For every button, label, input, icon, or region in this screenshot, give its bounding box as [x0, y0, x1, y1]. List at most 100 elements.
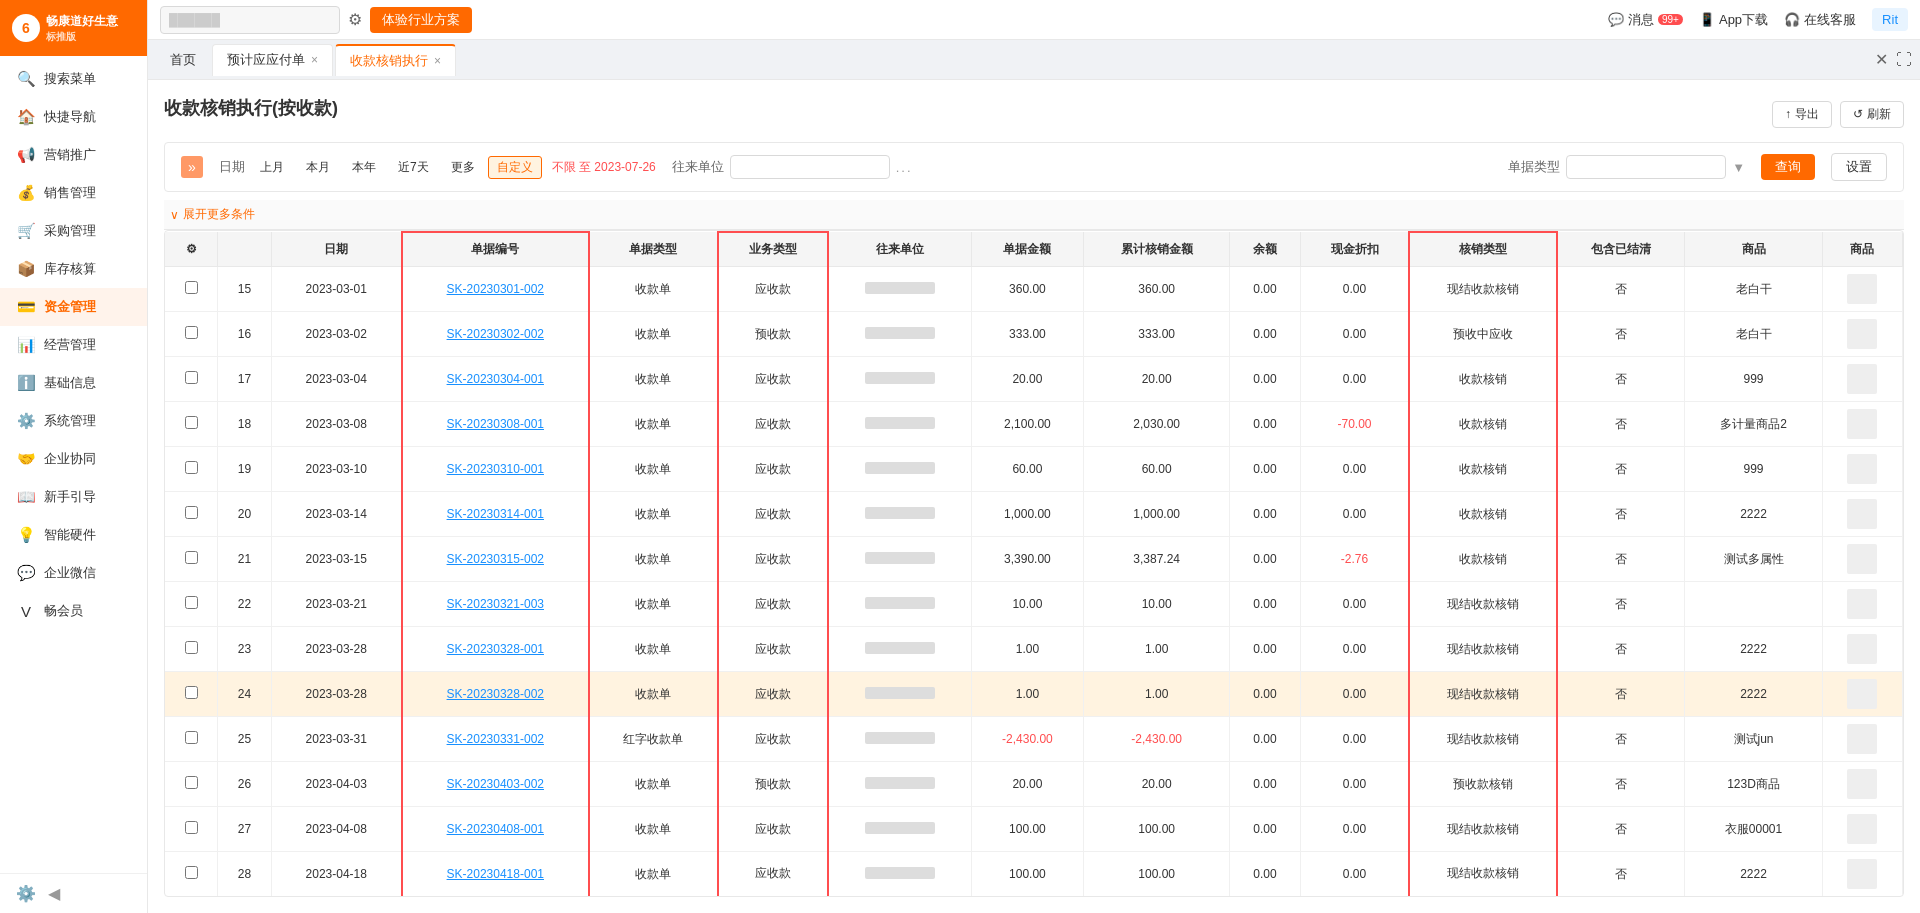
expand-conditions-btn[interactable]: ∨ 展开更多条件: [170, 206, 255, 223]
cell-checkbox[interactable]: [165, 582, 218, 627]
row-checkbox[interactable]: [185, 461, 198, 474]
row-checkbox[interactable]: [185, 506, 198, 519]
query-button[interactable]: 查询: [1761, 154, 1815, 180]
voucher-no-link[interactable]: SK-20230321-003: [447, 597, 544, 611]
voucher-no-link[interactable]: SK-20230314-001: [447, 507, 544, 521]
date-btn-this-month[interactable]: 本月: [297, 156, 339, 179]
refresh-button[interactable]: ↺ 刷新: [1840, 101, 1904, 128]
data-table-wrapper[interactable]: ⚙ 日期 单据编号 单据类型 业务类型 往来单位 单据金额 累计核销金额 余额 …: [164, 230, 1904, 897]
cell-checkbox[interactable]: [165, 447, 218, 492]
sidebar-item-member[interactable]: V 畅会员: [0, 592, 147, 630]
user-avatar[interactable]: Rit: [1872, 8, 1908, 31]
sidebar-item-nav[interactable]: 🏠 快捷导航: [0, 98, 147, 136]
row-checkbox[interactable]: [185, 776, 198, 789]
sidebar-item-operations[interactable]: 📊 经营管理: [0, 326, 147, 364]
date-btn-last-month[interactable]: 上月: [251, 156, 293, 179]
cell-no: 17: [218, 357, 272, 402]
app-download-link[interactable]: 📱 App下载: [1699, 11, 1768, 29]
cell-checkbox[interactable]: [165, 627, 218, 672]
voucher-no-link[interactable]: SK-20230308-001: [447, 417, 544, 431]
date-btn-custom[interactable]: 自定义: [488, 156, 542, 179]
sidebar-item-basics[interactable]: ℹ️ 基础信息: [0, 364, 147, 402]
cell-cancel-type: 收款核销: [1409, 492, 1557, 537]
voucher-no-link[interactable]: SK-20230328-002: [447, 687, 544, 701]
row-checkbox[interactable]: [185, 821, 198, 834]
date-btn-7days[interactable]: 近7天: [389, 156, 438, 179]
tab-prepay[interactable]: 预计应应付单 ×: [212, 44, 333, 76]
cell-checkbox[interactable]: [165, 537, 218, 582]
cell-goods: 2222: [1685, 492, 1823, 537]
cell-checkbox[interactable]: [165, 807, 218, 852]
cell-checkbox[interactable]: [165, 717, 218, 762]
row-checkbox[interactable]: [185, 371, 198, 384]
tab-prepay-close[interactable]: ×: [311, 53, 318, 67]
voucher-no-link[interactable]: SK-20230310-001: [447, 462, 544, 476]
tab-collection[interactable]: 收款核销执行 ×: [335, 44, 456, 76]
voucher-no-link[interactable]: SK-20230408-001: [447, 822, 544, 836]
row-checkbox[interactable]: [185, 731, 198, 744]
cell-checkbox[interactable]: [165, 762, 218, 807]
message-badge: 99+: [1658, 14, 1683, 25]
voucher-no-link[interactable]: SK-20230302-002: [447, 327, 544, 341]
tab-home[interactable]: 首页: [156, 44, 210, 76]
sidebar-item-capital[interactable]: 💳 资金管理: [0, 288, 147, 326]
sidebar-item-enterprise[interactable]: 🤝 企业协同: [0, 440, 147, 478]
row-checkbox[interactable]: [185, 686, 198, 699]
sidebar-item-system[interactable]: ⚙️ 系统管理: [0, 402, 147, 440]
sidebar-item-marketing[interactable]: 📢 营销推广: [0, 136, 147, 174]
sidebar-item-inventory[interactable]: 📦 库存核算: [0, 250, 147, 288]
th-gear[interactable]: ⚙: [165, 232, 218, 267]
tab-expand-icon[interactable]: ⛶: [1896, 51, 1912, 69]
voucher-no-link[interactable]: SK-20230315-002: [447, 552, 544, 566]
row-checkbox[interactable]: [185, 326, 198, 339]
sidebar-item-sales[interactable]: 💰 销售管理: [0, 174, 147, 212]
wechat-icon: 💬: [16, 564, 36, 582]
cell-checkbox[interactable]: [165, 672, 218, 717]
voucher-no-link[interactable]: SK-20230301-002: [447, 282, 544, 296]
cell-checkbox[interactable]: [165, 852, 218, 897]
date-btn-more[interactable]: 更多: [442, 156, 484, 179]
sidebar-item-wechat[interactable]: 💬 企业微信: [0, 554, 147, 592]
date-btn-this-year[interactable]: 本年: [343, 156, 385, 179]
voucher-no-link[interactable]: SK-20230331-002: [447, 732, 544, 746]
cell-cancel-type: 收款核销: [1409, 447, 1557, 492]
row-checkbox[interactable]: [185, 281, 198, 294]
settings-footer-icon[interactable]: ⚙️: [16, 884, 36, 903]
row-checkbox[interactable]: [185, 416, 198, 429]
sidebar-item-search[interactable]: 🔍 搜索菜单: [0, 60, 147, 98]
cell-checkbox[interactable]: [165, 492, 218, 537]
voucher-no-link[interactable]: SK-20230403-002: [447, 777, 544, 791]
row-checkbox[interactable]: [185, 596, 198, 609]
cell-checkbox[interactable]: [165, 402, 218, 447]
sidebar-item-guide[interactable]: 📖 新手引导: [0, 478, 147, 516]
cell-checkbox[interactable]: [165, 312, 218, 357]
tab-close-all-icon[interactable]: ✕: [1875, 50, 1888, 69]
export-button[interactable]: ↑ 导出: [1772, 101, 1832, 128]
cell-checkbox[interactable]: [165, 357, 218, 402]
cell-voucher-no: SK-20230418-001: [402, 852, 589, 897]
sidebar-label-basics: 基础信息: [44, 374, 96, 392]
row-checkbox[interactable]: [185, 641, 198, 654]
cell-checkbox[interactable]: [165, 267, 218, 312]
sidebar-item-hardware[interactable]: 💡 智能硬件: [0, 516, 147, 554]
topbar-right: 💬 消息 99+ 📱 App下载 🎧 在线客服 Rit: [1608, 8, 1908, 31]
voucher-no-link[interactable]: SK-20230304-001: [447, 372, 544, 386]
tab-collection-close[interactable]: ×: [434, 54, 441, 68]
voucher-type-dropdown-icon[interactable]: ▼: [1732, 160, 1745, 175]
voucher-no-link[interactable]: SK-20230328-001: [447, 642, 544, 656]
collapse-icon[interactable]: ◀: [48, 884, 60, 903]
settings-button[interactable]: 设置: [1831, 153, 1887, 181]
messages-link[interactable]: 💬 消息 99+: [1608, 11, 1683, 29]
topbar-gear-icon[interactable]: ⚙: [348, 10, 362, 29]
voucher-type-input[interactable]: [1566, 155, 1726, 179]
sidebar-item-purchase[interactable]: 🛒 采购管理: [0, 212, 147, 250]
home-icon: 🏠: [16, 108, 36, 126]
partner-input[interactable]: [730, 155, 890, 179]
row-checkbox[interactable]: [185, 551, 198, 564]
filter-toggle-btn[interactable]: »: [181, 156, 203, 178]
solution-button[interactable]: 体验行业方案: [370, 7, 472, 33]
voucher-no-link[interactable]: SK-20230418-001: [447, 867, 544, 881]
row-checkbox[interactable]: [185, 866, 198, 879]
online-service-link[interactable]: 🎧 在线客服: [1784, 11, 1856, 29]
filter-date: 日期 上月 本月 本年 近7天 更多 自定义 不限 至 2023-07-26: [219, 156, 656, 179]
